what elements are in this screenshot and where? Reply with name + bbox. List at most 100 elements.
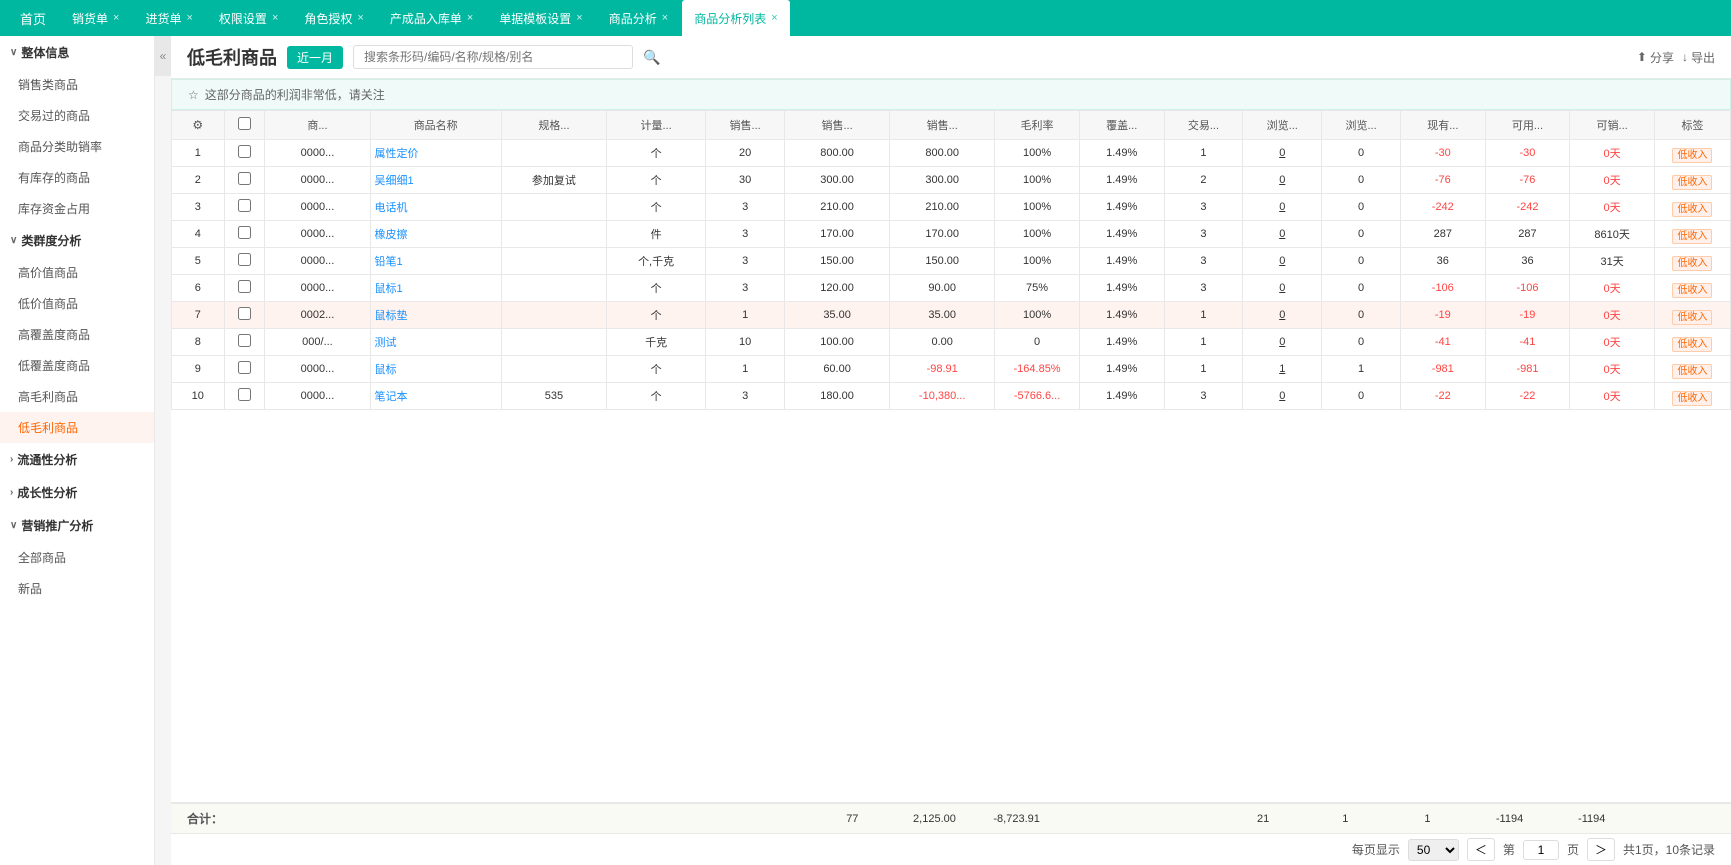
col-header-trade-count[interactable]: 交易... — [1164, 111, 1243, 140]
table-row[interactable]: 2 0000... 吴细细1 参加复试 个 30 300.00 300.00 1… — [172, 167, 1731, 194]
table-row[interactable]: 3 0000... 电话机 个 3 210.00 210.00 100% 1.4… — [172, 194, 1731, 221]
table-row[interactable]: 8 000/... 测试 千克 10 100.00 0.00 0 1.49% 1… — [172, 329, 1731, 356]
select-all-checkbox[interactable] — [238, 117, 251, 130]
col-header-coverage[interactable]: 覆盖... — [1079, 111, 1164, 140]
sidebar-item-low-value[interactable]: 低价值商品 — [0, 288, 154, 319]
sidebar-section-growth-analysis[interactable]: › 成长性分析 — [0, 476, 154, 509]
cell-view1[interactable]: 1 — [1243, 356, 1322, 383]
col-header-code[interactable]: 商... — [265, 111, 370, 140]
close-role-auth[interactable]: × — [357, 12, 363, 24]
cell-check[interactable] — [224, 221, 265, 248]
cell-check[interactable] — [224, 194, 265, 221]
col-header-sales-amt[interactable]: 销售... — [785, 111, 890, 140]
cell-name[interactable]: 吴细细1 — [370, 167, 501, 194]
table-row[interactable]: 7 0002... 鼠标垫 个 1 35.00 35.00 100% 1.49%… — [172, 302, 1731, 329]
row-checkbox[interactable] — [238, 145, 251, 158]
share-button[interactable]: ⬆ 分享 — [1637, 49, 1674, 66]
nav-sales-order[interactable]: 销货单 × — [60, 0, 131, 36]
sidebar-item-all-goods[interactable]: 全部商品 — [0, 542, 154, 573]
nav-goods-analysis[interactable]: 商品分析 × — [597, 0, 680, 36]
sidebar-item-low-margin[interactable]: 低毛利商品 — [0, 412, 154, 443]
row-checkbox[interactable] — [238, 307, 251, 320]
table-row[interactable]: 4 0000... 橡皮擦 件 3 170.00 170.00 100% 1.4… — [172, 221, 1731, 248]
cell-check[interactable] — [224, 167, 265, 194]
col-header-spec[interactable]: 规格... — [501, 111, 606, 140]
nav-home[interactable]: 首页 — [8, 0, 58, 36]
col-header-sales-cost[interactable]: 销售... — [890, 111, 995, 140]
cell-view1[interactable]: 0 — [1243, 167, 1322, 194]
cell-name[interactable]: 属性定价 — [370, 140, 501, 167]
cell-check[interactable] — [224, 383, 265, 410]
cell-name[interactable]: 铅笔1 — [370, 248, 501, 275]
cell-view1[interactable]: 0 — [1243, 248, 1322, 275]
close-permissions[interactable]: × — [272, 12, 278, 24]
nav-product-inbound[interactable]: 产成品入库单 × — [378, 0, 485, 36]
col-header-sales-qty[interactable]: 销售... — [706, 111, 785, 140]
nav-role-auth[interactable]: 角色授权 × — [292, 0, 375, 36]
row-checkbox[interactable] — [238, 361, 251, 374]
close-goods-analysis[interactable]: × — [662, 12, 668, 24]
cell-view1[interactable]: 0 — [1243, 194, 1322, 221]
table-row[interactable]: 10 0000... 笔记本 535 个 3 180.00 -10,380...… — [172, 383, 1731, 410]
cell-view1[interactable]: 0 — [1243, 302, 1322, 329]
sidebar-item-low-coverage[interactable]: 低覆盖度商品 — [0, 350, 154, 381]
col-header-unit[interactable]: 计量... — [606, 111, 705, 140]
sidebar-item-high-value[interactable]: 高价值商品 — [0, 257, 154, 288]
col-header-index[interactable]: ⚙ — [172, 111, 225, 140]
cell-view1[interactable]: 0 — [1243, 221, 1322, 248]
nav-goods-analysis-list[interactable]: 商品分析列表 × — [682, 0, 789, 36]
sidebar-item-in-stock-goods[interactable]: 有库存的商品 — [0, 162, 154, 193]
sidebar-item-category-rate[interactable]: 商品分类助销率 — [0, 131, 154, 162]
sidebar-item-high-margin[interactable]: 高毛利商品 — [0, 381, 154, 412]
cell-name[interactable]: 鼠标垫 — [370, 302, 501, 329]
col-header-current-stock[interactable]: 现有... — [1400, 111, 1485, 140]
close-product-inbound[interactable]: × — [467, 12, 473, 24]
sidebar-section-cluster-analysis[interactable]: ∨ 类群度分析 — [0, 224, 154, 257]
date-filter-button[interactable]: 近一月 — [287, 46, 343, 69]
row-checkbox[interactable] — [238, 280, 251, 293]
per-page-select[interactable]: 50 100 200 — [1408, 839, 1459, 861]
cell-name[interactable]: 电话机 — [370, 194, 501, 221]
cell-view1[interactable]: 0 — [1243, 329, 1322, 356]
cell-check[interactable] — [224, 329, 265, 356]
table-row[interactable]: 1 0000... 属性定价 个 20 800.00 800.00 100% 1… — [172, 140, 1731, 167]
nav-template-settings[interactable]: 单据模板设置 × — [487, 0, 594, 36]
cell-name[interactable]: 橡皮擦 — [370, 221, 501, 248]
cell-view1[interactable]: 0 — [1243, 275, 1322, 302]
cell-check[interactable] — [224, 248, 265, 275]
table-row[interactable]: 5 0000... 铅笔1 个,千克 3 150.00 150.00 100% … — [172, 248, 1731, 275]
row-checkbox[interactable] — [238, 388, 251, 401]
cell-check[interactable] — [224, 140, 265, 167]
close-goods-analysis-list[interactable]: × — [771, 12, 777, 24]
cell-view1[interactable]: 0 — [1243, 140, 1322, 167]
sidebar-item-traded-goods[interactable]: 交易过的商品 — [0, 100, 154, 131]
sidebar-item-high-coverage[interactable]: 高覆盖度商品 — [0, 319, 154, 350]
table-row[interactable]: 6 0000... 鼠标1 个 3 120.00 90.00 75% 1.49%… — [172, 275, 1731, 302]
close-sales-order[interactable]: × — [113, 12, 119, 24]
col-header-check[interactable] — [224, 111, 265, 140]
cell-name[interactable]: 笔记本 — [370, 383, 501, 410]
cell-check[interactable] — [224, 302, 265, 329]
sidebar-item-sales-goods[interactable]: 销售类商品 — [0, 69, 154, 100]
sidebar-section-circulation-analysis[interactable]: › 流通性分析 — [0, 443, 154, 476]
col-header-tag[interactable]: 标签 — [1654, 111, 1730, 140]
nav-permissions[interactable]: 权限设置 × — [207, 0, 290, 36]
col-header-available[interactable]: 可用... — [1485, 111, 1570, 140]
next-page-button[interactable]: ＞ — [1587, 838, 1615, 861]
table-row[interactable]: 9 0000... 鼠标 个 1 60.00 -98.91 -164.85% 1… — [172, 356, 1731, 383]
search-input[interactable] — [353, 45, 633, 69]
sidebar-section-overall-info[interactable]: ∨ 整体信息 — [0, 36, 154, 69]
cell-check[interactable] — [224, 356, 265, 383]
close-template-settings[interactable]: × — [576, 12, 582, 24]
cell-check[interactable] — [224, 275, 265, 302]
col-header-name[interactable]: 商品名称 — [370, 111, 501, 140]
prev-page-button[interactable]: ＜ — [1467, 838, 1495, 861]
cell-name[interactable]: 鼠标 — [370, 356, 501, 383]
nav-purchase-order[interactable]: 进货单 × — [133, 0, 204, 36]
col-header-view1[interactable]: 浏览... — [1243, 111, 1322, 140]
row-checkbox[interactable] — [238, 253, 251, 266]
col-header-gross-rate[interactable]: 毛利率 — [995, 111, 1080, 140]
page-number-input[interactable] — [1523, 840, 1559, 860]
close-purchase-order[interactable]: × — [186, 12, 192, 24]
export-button[interactable]: ↓ 导出 — [1682, 49, 1715, 66]
